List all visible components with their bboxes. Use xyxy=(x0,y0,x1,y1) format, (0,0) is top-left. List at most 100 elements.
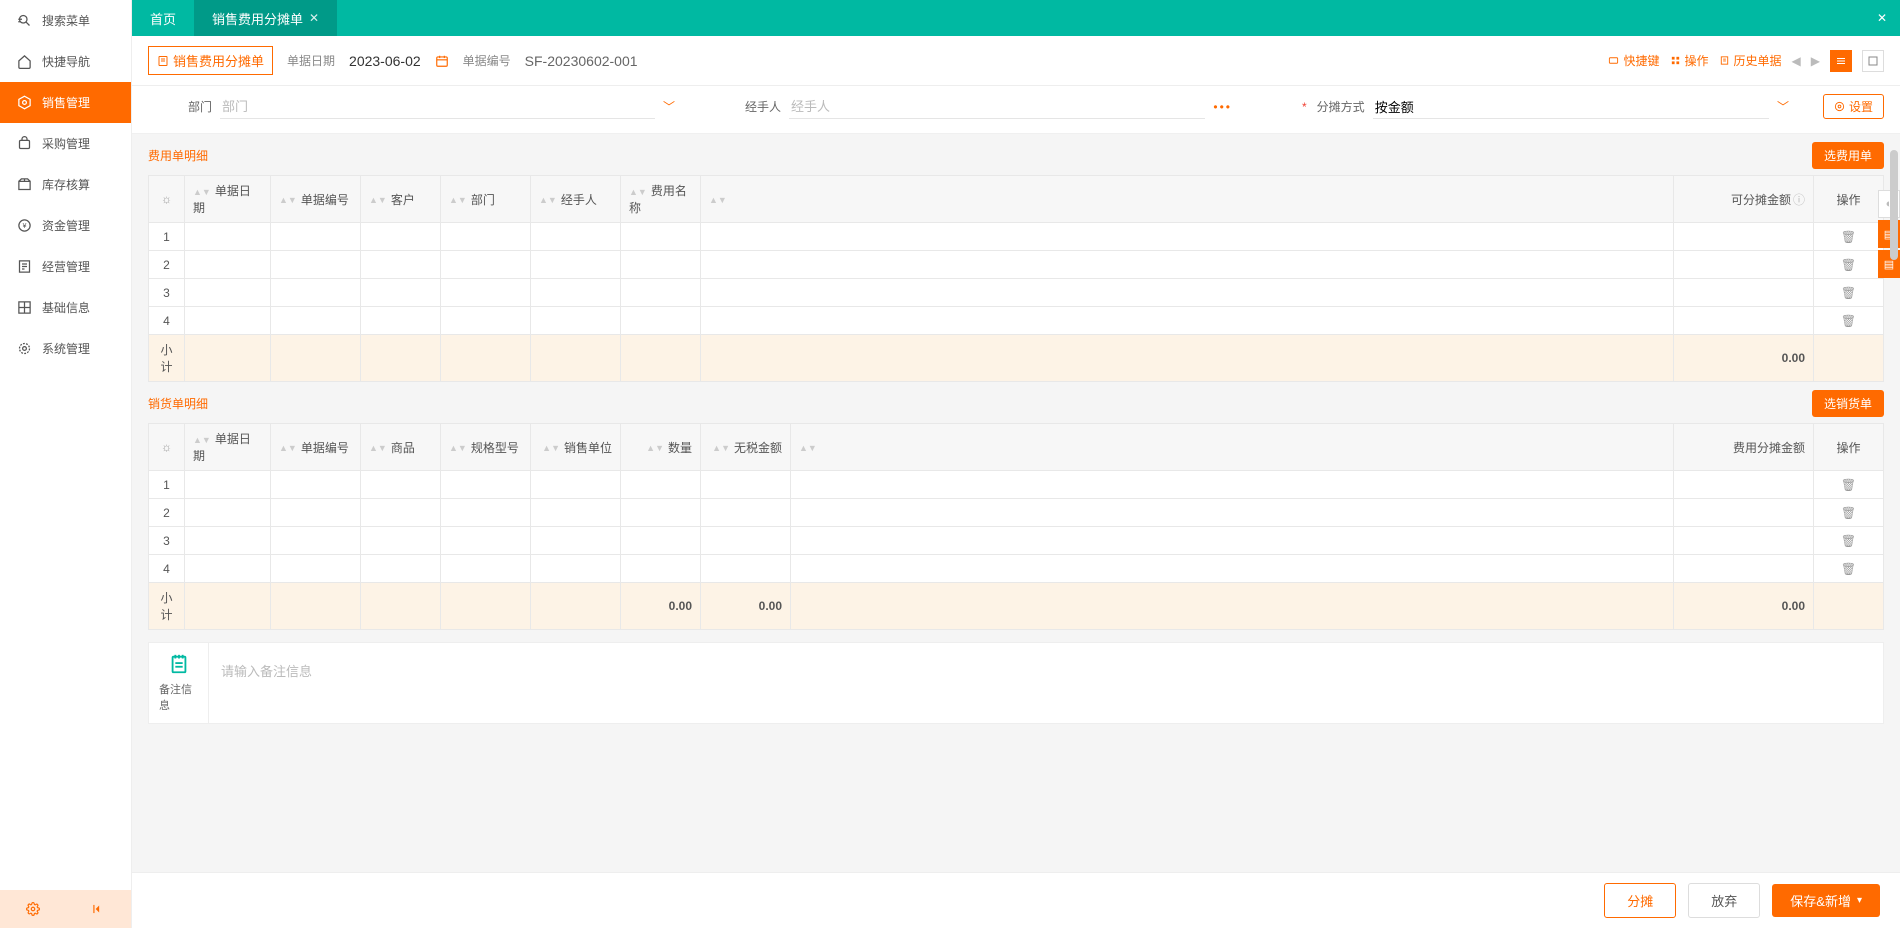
trash-icon[interactable]: 🗑 xyxy=(1841,506,1856,520)
col-date[interactable]: ▲▼单据日期 xyxy=(185,176,271,223)
form-row: 部门 ﹀ 经手人 ••• * 分摊方式 ﹀ 设置 xyxy=(132,86,1900,134)
col-unit[interactable]: ▲▼销售单位 xyxy=(531,424,621,471)
fee-section-title: 费用单明细 xyxy=(148,147,208,164)
grid-icon xyxy=(16,300,32,316)
col-fee-name[interactable]: ▲▼费用名称 xyxy=(621,176,701,223)
tabs-close-all[interactable]: ✕ xyxy=(1864,0,1900,36)
sidebar-item-5[interactable]: ¥资金管理 xyxy=(0,205,131,246)
tag-icon xyxy=(16,95,32,111)
home-icon xyxy=(16,54,32,70)
col-no[interactable]: ▲▼单据编号 xyxy=(271,176,361,223)
save-new-button[interactable]: 保存&新增▾ xyxy=(1772,884,1880,917)
money-icon: ¥ xyxy=(16,218,32,234)
remarks-input[interactable] xyxy=(209,643,1883,707)
col-customer[interactable]: ▲▼客户 xyxy=(361,176,441,223)
col-fee-alloc[interactable]: 费用分摊金额 xyxy=(1674,424,1814,471)
table-row[interactable]: 1🗑 xyxy=(149,471,1884,499)
trash-icon[interactable]: 🗑 xyxy=(1841,562,1856,576)
select-sales-button[interactable]: 选销货单 xyxy=(1812,390,1884,417)
table-row[interactable]: 4🗑 xyxy=(149,555,1884,583)
gear-icon[interactable]: ☼ xyxy=(149,424,185,471)
sidebar-item-6[interactable]: 经营管理 xyxy=(0,246,131,287)
table-row[interactable]: 4🗑 xyxy=(149,307,1884,335)
select-fee-button[interactable]: 选费用单 xyxy=(1812,142,1884,169)
doc-date-value[interactable]: 2023-06-02 xyxy=(349,53,421,69)
sidebar-item-7[interactable]: 基础信息 xyxy=(0,287,131,328)
trash-icon[interactable]: 🗑 xyxy=(1841,286,1856,300)
trash-icon[interactable]: 🗑 xyxy=(1841,534,1856,548)
collapse-icon[interactable] xyxy=(91,902,105,916)
fee-table: ☼ ▲▼单据日期 ▲▼单据编号 ▲▼客户 ▲▼部门 ▲▼经手人 ▲▼费用名称 ▲… xyxy=(148,175,1884,382)
search-icon xyxy=(16,13,32,29)
table-row[interactable]: 3🗑 xyxy=(149,527,1884,555)
sidebar-item-3[interactable]: 采购管理 xyxy=(0,123,131,164)
doc-no-value: SF-20230602-001 xyxy=(525,53,638,69)
prev-icon[interactable]: ◀ xyxy=(1792,54,1801,68)
dept-input[interactable] xyxy=(220,95,655,119)
trash-icon[interactable]: 🗑 xyxy=(1841,258,1856,272)
tab-home[interactable]: 首页 xyxy=(132,0,194,36)
col-qty[interactable]: ▲▼数量 xyxy=(621,424,701,471)
col-spec[interactable]: ▲▼规格型号 xyxy=(441,424,531,471)
table-row[interactable]: 2🗑 xyxy=(149,499,1884,527)
sidebar-item-label: 库存核算 xyxy=(42,176,90,193)
sales-table: ☼ ▲▼单据日期 ▲▼单据编号 ▲▼商品 ▲▼规格型号 ▲▼销售单位 ▲▼数量 … xyxy=(148,423,1884,630)
sidebar-item-label: 快捷导航 xyxy=(42,53,90,70)
chevron-down-icon[interactable]: ﹀ xyxy=(663,98,675,115)
sales-section: 销货单明细 选销货单 ☼ ▲▼单据日期 ▲▼单据编号 ▲▼商品 ▲▼规格型号 xyxy=(132,382,1900,630)
col-blank[interactable]: ▲▼ xyxy=(701,176,1674,223)
remarks-panel: 备注信息 xyxy=(148,642,1884,724)
settings-icon[interactable] xyxy=(26,902,40,916)
sidebar-item-label: 搜索菜单 xyxy=(42,12,90,29)
col-blank[interactable]: ▲▼ xyxy=(791,424,1674,471)
next-icon[interactable]: ▶ xyxy=(1811,54,1820,68)
handler-input[interactable] xyxy=(789,95,1205,119)
operate-button[interactable]: 操作 xyxy=(1670,52,1709,69)
method-input[interactable] xyxy=(1373,95,1769,119)
col-handler[interactable]: ▲▼经手人 xyxy=(531,176,621,223)
subtotal-row: 小计0.00 xyxy=(149,335,1884,382)
col-amount[interactable]: ▲▼无税金额 xyxy=(701,424,791,471)
col-dept[interactable]: ▲▼部门 xyxy=(441,176,531,223)
sidebar-item-label: 系统管理 xyxy=(42,340,90,357)
trash-icon[interactable]: 🗑 xyxy=(1841,478,1856,492)
sidebar-item-1[interactable]: 快捷导航 xyxy=(0,41,131,82)
close-icon[interactable]: ✕ xyxy=(309,11,319,25)
table-row[interactable]: 2🗑 xyxy=(149,251,1884,279)
tab-current[interactable]: 销售费用分摊单 ✕ xyxy=(194,0,337,36)
view-list-icon[interactable] xyxy=(1830,50,1852,72)
scrollbar[interactable] xyxy=(1890,150,1898,260)
col-no[interactable]: ▲▼单据编号 xyxy=(271,424,361,471)
shortcut-button[interactable]: 快捷键 xyxy=(1608,52,1659,69)
gear-icon[interactable]: ☼ xyxy=(149,176,185,223)
chevron-down-icon[interactable]: ﹀ xyxy=(1777,98,1789,115)
sidebar-item-label: 销售管理 xyxy=(42,94,90,111)
required-mark: * xyxy=(1302,100,1307,114)
doc-no-label: 单据编号 xyxy=(463,52,511,69)
more-icon[interactable]: ••• xyxy=(1213,100,1232,114)
alloc-button[interactable]: 分摊 xyxy=(1604,883,1676,918)
col-alloc-amount[interactable]: 可分摊金额ⓘ xyxy=(1674,176,1814,223)
trash-icon[interactable]: 🗑 xyxy=(1841,314,1856,328)
trash-icon[interactable]: 🗑 xyxy=(1841,230,1856,244)
sidebar-item-8[interactable]: 系统管理 xyxy=(0,328,131,369)
sidebar-item-label: 基础信息 xyxy=(42,299,90,316)
col-product[interactable]: ▲▼商品 xyxy=(361,424,441,471)
settings-button[interactable]: 设置 xyxy=(1823,94,1884,119)
table-row[interactable]: 1🗑 xyxy=(149,223,1884,251)
toolbar: 销售费用分摊单 单据日期 2023-06-02 单据编号 SF-20230602… xyxy=(132,36,1900,86)
method-label: 分摊方式 xyxy=(1317,98,1365,115)
discard-button[interactable]: 放弃 xyxy=(1688,883,1760,918)
main: 首页 销售费用分摊单 ✕ ✕ 销售费用分摊单 单据日期 2023-06-02 单… xyxy=(132,0,1900,928)
col-date[interactable]: ▲▼单据日期 xyxy=(185,424,271,471)
history-button[interactable]: 历史单据 xyxy=(1719,52,1782,69)
sidebar-item-2[interactable]: 销售管理 xyxy=(0,82,131,123)
view-card-icon[interactable] xyxy=(1862,50,1884,72)
doc-type-badge: 销售费用分摊单 xyxy=(148,46,273,75)
table-row[interactable]: 3🗑 xyxy=(149,279,1884,307)
sidebar-footer xyxy=(0,890,131,928)
calendar-icon[interactable] xyxy=(435,54,449,68)
sidebar-item-0[interactable]: 搜索菜单 xyxy=(0,0,131,41)
sidebar-item-4[interactable]: 库存核算 xyxy=(0,164,131,205)
subtotal-row: 小计0.000.000.00 xyxy=(149,583,1884,630)
